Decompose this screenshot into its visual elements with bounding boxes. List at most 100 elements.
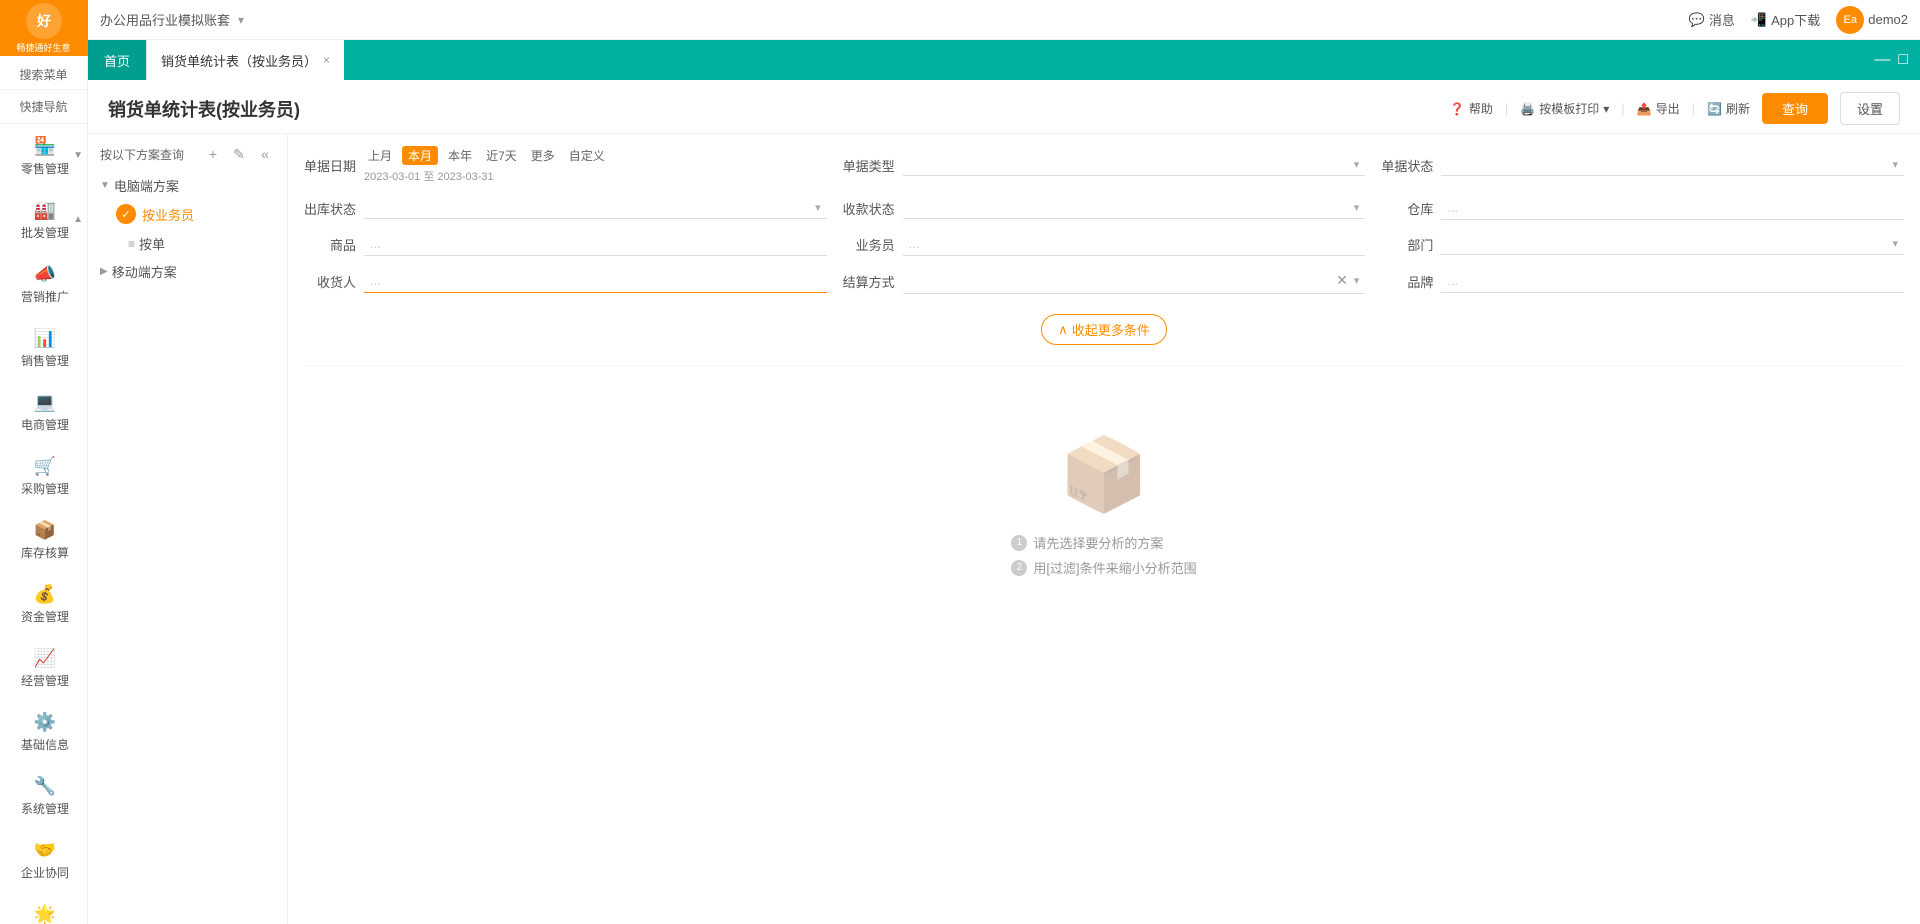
sidebar-item-enterprise[interactable]: 🤝 企业协同 bbox=[0, 828, 87, 892]
tab-minimize-button[interactable]: — bbox=[1874, 51, 1890, 69]
scheme-group-mobile-header[interactable]: ▶ 移动端方案 bbox=[92, 258, 283, 285]
collect-status-input[interactable]: ▾ bbox=[903, 197, 1366, 219]
system-icon: 🔧 bbox=[34, 774, 56, 799]
sidebar-item-marketing[interactable]: 📣 营销推广 bbox=[0, 252, 87, 316]
app-download-button[interactable]: 📲 App下载 bbox=[1751, 10, 1820, 29]
sidebar-item-basic[interactable]: ⚙️ 基础信息 bbox=[0, 700, 87, 764]
goods-input[interactable]: ... bbox=[364, 232, 827, 256]
topbar-title: 办公用品行业模拟账套 bbox=[100, 10, 230, 29]
brand-input[interactable]: ... bbox=[1441, 269, 1904, 293]
finance-icon: 💰 bbox=[34, 582, 56, 607]
doc-type-input[interactable]: ▾ bbox=[903, 154, 1366, 176]
sidebar-item-purchase[interactable]: 🛒 采购管理 bbox=[0, 444, 87, 508]
print-button[interactable]: 🖨️ 按模板打印 ▾ bbox=[1520, 100, 1609, 117]
avatar: Ea bbox=[1836, 6, 1864, 34]
sidebar-quick[interactable]: 快捷导航 bbox=[0, 90, 87, 124]
message-button[interactable]: 💬 消息 bbox=[1689, 10, 1735, 29]
collect-status-label: 收款状态 bbox=[843, 199, 895, 218]
warehouse-placeholder: ... bbox=[1447, 200, 1458, 215]
export-label: 导出 bbox=[1656, 100, 1680, 117]
dept-input[interactable]: ▾ bbox=[1441, 233, 1904, 255]
settle-input[interactable]: ✕ ▾ bbox=[903, 268, 1366, 294]
main-area: 办公用品行业模拟账套 ▾ 💬 消息 📲 App下载 Ea demo2 首页 bbox=[88, 0, 1920, 924]
topbar-right: 💬 消息 📲 App下载 Ea demo2 bbox=[1689, 6, 1908, 34]
warehouse-input[interactable]: ... bbox=[1441, 196, 1904, 220]
scheme-sub-order-label: 按单 bbox=[139, 234, 165, 253]
sidebar-item-retail[interactable]: 🏪 零售管理 ▼ bbox=[0, 124, 87, 188]
filter-section: 单据日期 上月 本月 本年 近7天 更多 自定义 20 bbox=[304, 146, 1904, 366]
scheme-item-salesperson[interactable]: ✓ 按业务员 bbox=[92, 199, 283, 229]
topbar-dropdown-icon[interactable]: ▾ bbox=[238, 13, 244, 27]
sidebar-item-wholesale-label: 批发管理 bbox=[21, 225, 69, 242]
sidebar-item-finance[interactable]: 💰 资金管理 bbox=[0, 572, 87, 636]
doc-status-input[interactable]: ▾ bbox=[1441, 154, 1904, 176]
date-tab-this-month[interactable]: 本月 bbox=[402, 146, 438, 165]
date-tabs: 上月 本月 本年 近7天 更多 自定义 bbox=[364, 146, 827, 165]
out-status-dropdown-icon: ▾ bbox=[815, 201, 821, 214]
tabbar-spacer bbox=[344, 40, 1862, 80]
settle-clear-button[interactable]: ✕ bbox=[1334, 272, 1350, 289]
wholesale-arrow-icon: ▲ bbox=[73, 213, 83, 227]
add-scheme-button[interactable]: + bbox=[203, 144, 223, 164]
export-button[interactable]: 📤 导出 bbox=[1637, 100, 1680, 117]
empty-tip-2: 2 用[过滤]条件来缩小分析范围 bbox=[1011, 558, 1196, 577]
desktop-group-label: 电脑端方案 bbox=[114, 176, 179, 195]
tab-close-icon[interactable]: × bbox=[323, 53, 330, 67]
sidebar-search[interactable]: 搜索菜单 bbox=[0, 56, 87, 90]
collapse-button[interactable]: ∧ 收起更多条件 bbox=[1041, 314, 1167, 345]
collapse-panel-button[interactable]: « bbox=[255, 144, 275, 164]
sidebar-item-ecommerce[interactable]: 💻 电商管理 bbox=[0, 380, 87, 444]
sidebar-item-inventory[interactable]: 📦 库存核算 bbox=[0, 508, 87, 572]
date-range: 2023-03-01 至 2023-03-31 bbox=[364, 168, 827, 184]
date-tab-this-year[interactable]: 本年 bbox=[444, 146, 476, 165]
query-button[interactable]: 查询 bbox=[1762, 93, 1828, 124]
settings-button[interactable]: 设置 bbox=[1840, 92, 1900, 125]
salesman-label: 业务员 bbox=[843, 235, 895, 254]
date-tab-7days[interactable]: 近7天 bbox=[482, 146, 521, 165]
consignee-placeholder: ... bbox=[370, 273, 381, 288]
print-dropdown-icon: ▾ bbox=[1603, 102, 1609, 116]
refresh-button[interactable]: 🔄 刷新 bbox=[1707, 100, 1750, 117]
purchase-icon: 🛒 bbox=[34, 454, 56, 479]
doc-status-dropdown-icon: ▾ bbox=[1892, 158, 1898, 171]
date-tab-more[interactable]: 更多 bbox=[527, 146, 559, 165]
logo-text: 畅捷通好生意 bbox=[16, 41, 70, 54]
sidebar-item-ecommerce-label: 电商管理 bbox=[21, 417, 69, 434]
scheme-group-mobile: ▶ 移动端方案 bbox=[92, 258, 283, 285]
salesman-input[interactable]: ... bbox=[903, 232, 1366, 256]
sidebar-item-operation[interactable]: 📈 经营管理 bbox=[0, 636, 87, 700]
filter-brand: 品牌 ... bbox=[1381, 268, 1904, 294]
brand-placeholder: ... bbox=[1447, 273, 1458, 288]
sidebar-item-sales[interactable]: 📊 销售管理 bbox=[0, 316, 87, 380]
sidebar-item-finance-label: 资金管理 bbox=[21, 609, 69, 626]
avatar-text: Ea bbox=[1844, 14, 1857, 26]
scheme-sub-item-order[interactable]: ≡ 按单 bbox=[92, 229, 283, 258]
tab-maximize-button[interactable]: □ bbox=[1898, 51, 1908, 69]
collapse-icon: ∧ bbox=[1058, 322, 1068, 338]
sidebar-item-newuser[interactable]: 🌟 新手引导 bbox=[0, 892, 87, 924]
edit-scheme-button[interactable]: ✎ bbox=[229, 144, 249, 164]
user-profile[interactable]: Ea demo2 bbox=[1836, 6, 1908, 34]
content-header: 销货单统计表(按业务员) ❓ 帮助 | 🖨️ 按模板打印 ▾ | 📤 导出 | bbox=[88, 80, 1920, 134]
sidebar-item-wholesale[interactable]: 🏭 批发管理 ▲ bbox=[0, 188, 87, 252]
doc-status-label: 单据状态 bbox=[1381, 156, 1433, 175]
left-panel-title: 按以下方案查询 bbox=[100, 146, 184, 163]
tab-sales-stat[interactable]: 销货单统计表（按业务员） × bbox=[146, 40, 344, 80]
date-tab-last-month[interactable]: 上月 bbox=[364, 146, 396, 165]
refresh-label: 刷新 bbox=[1726, 100, 1750, 117]
tab-home[interactable]: 首页 bbox=[88, 40, 146, 80]
scheme-group-desktop-header[interactable]: ▼ 电脑端方案 bbox=[92, 172, 283, 199]
scheme-item-icon: ✓ bbox=[116, 204, 136, 224]
tip-2-num: 2 bbox=[1011, 560, 1027, 576]
collect-status-dropdown-icon: ▾ bbox=[1354, 201, 1360, 214]
filter-goods: 商品 ... bbox=[304, 232, 827, 256]
body-layout: 按以下方案查询 + ✎ « ▼ 电脑端方案 ✓ bbox=[88, 134, 1920, 924]
help-icon: ❓ bbox=[1450, 102, 1465, 116]
warehouse-label: 仓库 bbox=[1381, 199, 1433, 218]
consignee-input[interactable]: ... bbox=[364, 269, 827, 293]
help-button[interactable]: ❓ 帮助 bbox=[1450, 100, 1493, 117]
left-panel-header: 按以下方案查询 + ✎ « bbox=[88, 144, 287, 172]
sidebar-item-system[interactable]: 🔧 系统管理 bbox=[0, 764, 87, 828]
date-tab-custom[interactable]: 自定义 bbox=[565, 146, 609, 165]
out-status-input[interactable]: ▾ bbox=[364, 197, 827, 219]
